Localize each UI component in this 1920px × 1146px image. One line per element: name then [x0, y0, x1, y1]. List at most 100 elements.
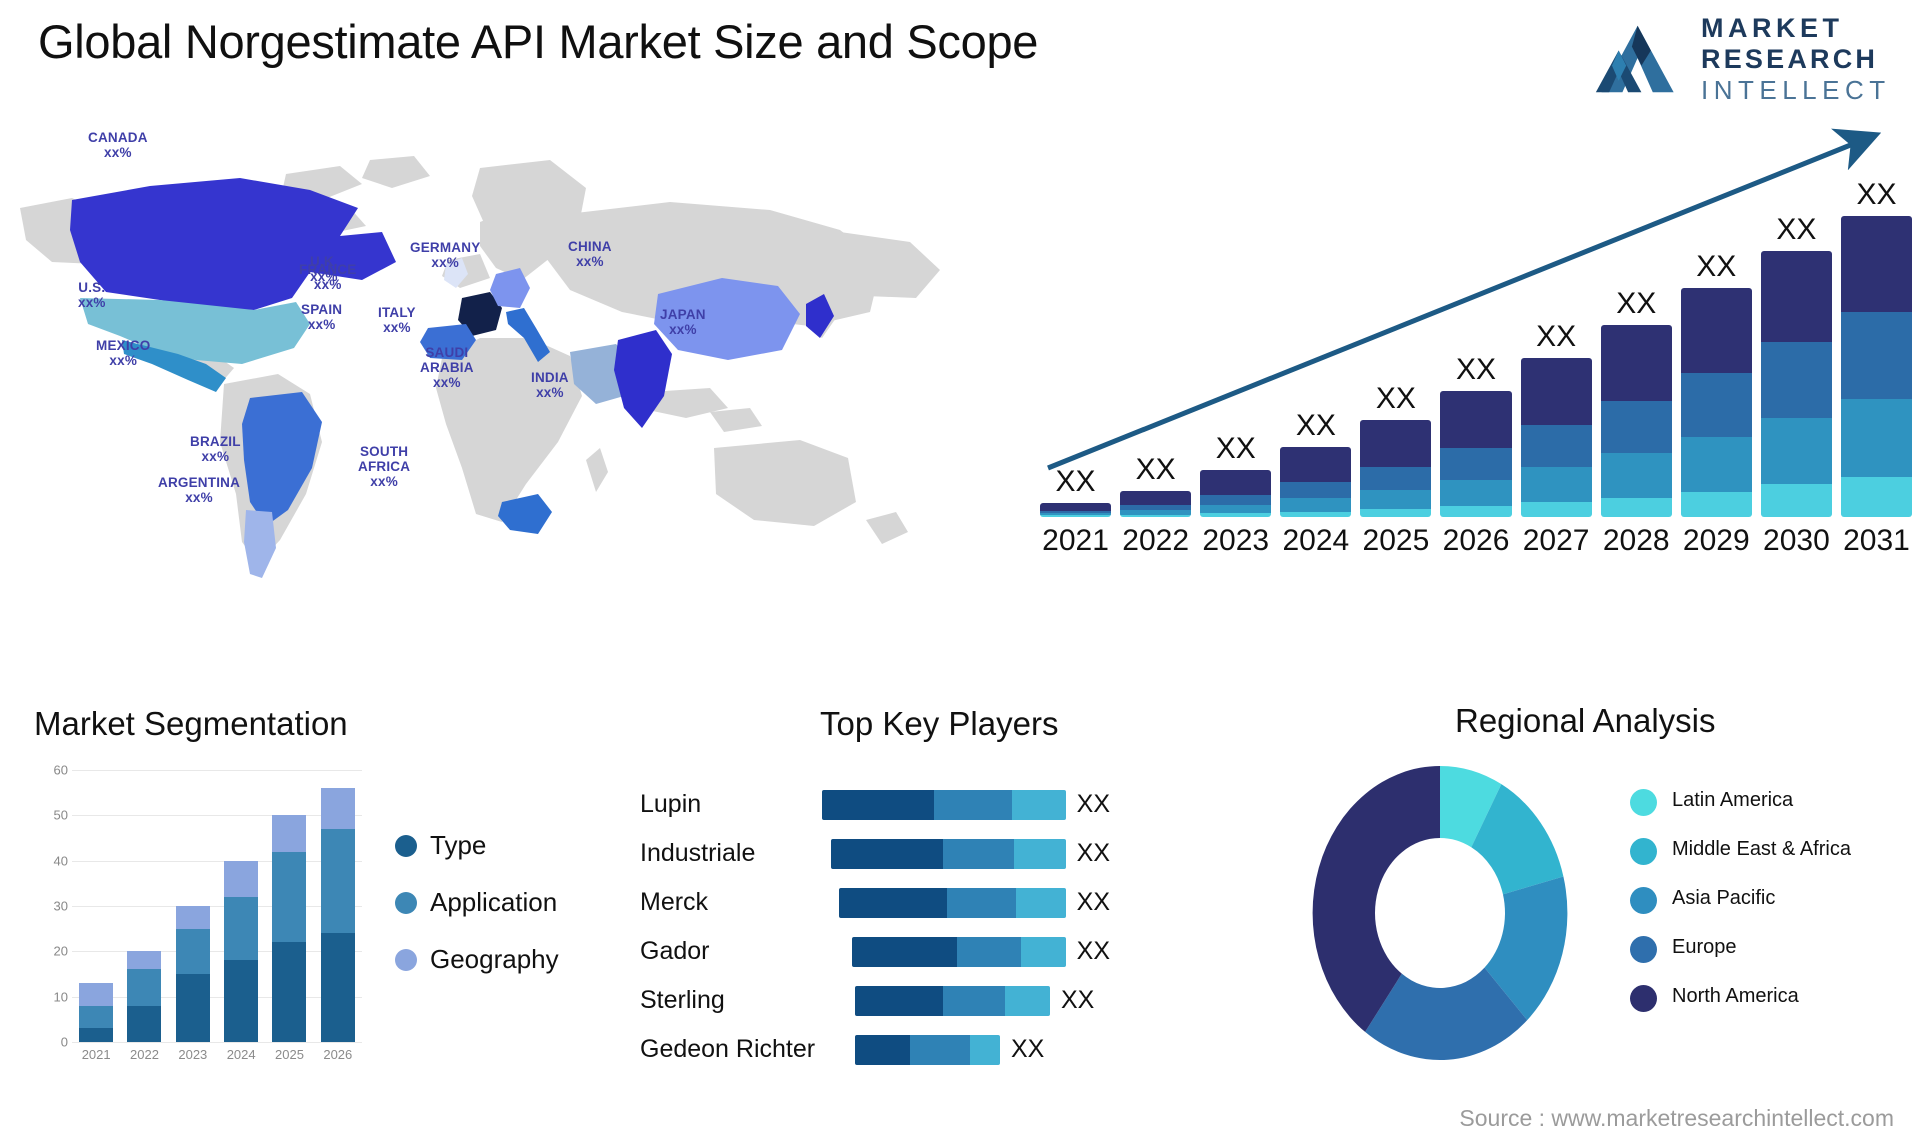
forecast-stacked-bar: [1520, 357, 1592, 517]
legend-color-dot: [1630, 789, 1657, 816]
segmentation-year-label: 2026: [323, 1047, 353, 1062]
key-player-row: Industriale XX: [640, 829, 1110, 878]
segmentation-y-tick: 20: [53, 943, 68, 959]
forecast-bar-segment: [1360, 466, 1432, 490]
key-player-bar-segment: [855, 1034, 910, 1065]
forecast-bar-column: XX: [1280, 172, 1352, 517]
segmentation-bar-segment: [127, 1005, 162, 1042]
map-label-name: CANADA: [88, 130, 148, 145]
forecast-bar-segment: [1440, 391, 1512, 448]
regional-legend-item: Asia Pacific: [1630, 886, 1851, 914]
segmentation-bar-column: [217, 770, 265, 1042]
forecast-bar-segment: [1520, 467, 1592, 503]
segmentation-title: Market Segmentation: [34, 705, 348, 742]
forecast-bar-segment: [1760, 417, 1832, 484]
map-label-value: xx%: [201, 449, 230, 465]
segmentation-bar-column: [169, 770, 217, 1042]
key-player-value: XX: [1076, 888, 1110, 916]
key-player-bar-segment: [831, 838, 943, 869]
forecast-bar-column: XX: [1680, 172, 1752, 517]
forecast-bar-value: XX: [1295, 409, 1336, 443]
key-player-row: Sterling XX: [640, 976, 1110, 1025]
key-player-bar-segment: [942, 838, 1014, 869]
segmentation-legend-item: Application: [395, 887, 559, 918]
segmentation-legend-label: Type: [430, 830, 487, 860]
key-player-bar-segment: [839, 887, 947, 918]
key-player-name: Sterling: [640, 986, 725, 1014]
forecast-bar-segment: [1360, 420, 1432, 467]
key-player-bar-segment: [1021, 936, 1066, 967]
forecast-year-label: 2028: [1602, 524, 1670, 557]
segmentation-year-label: 2023: [178, 1047, 208, 1062]
forecast-stacked-bar: [1600, 324, 1672, 517]
segmentation-bar-segment: [320, 828, 355, 934]
map-label-name: ITALY: [378, 305, 416, 320]
players-title: Top Key Players: [820, 705, 1059, 742]
forecast-bar-segment: [1200, 513, 1272, 517]
key-player-name: Gador: [640, 937, 710, 965]
forecast-bar-column: XX: [1120, 172, 1192, 517]
segmentation-year-label: 2024: [226, 1047, 256, 1062]
map-country-argentina: [244, 510, 276, 578]
map-country-india: [614, 330, 672, 428]
logo-mountain-icon: [1595, 25, 1674, 93]
forecast-bar-segment: [1840, 216, 1913, 313]
key-player-bar-segment: [1014, 838, 1066, 869]
key-player-bar: [855, 985, 1050, 1016]
key-player-value: XX: [1076, 839, 1110, 867]
map-label-name: INDIA: [531, 370, 569, 385]
segmentation-bar-column: [72, 770, 120, 1042]
forecast-year-label: 2021: [1042, 524, 1109, 557]
segmentation-legend-item: Geography: [395, 944, 559, 975]
segmentation-y-tick: 30: [53, 898, 68, 914]
forecast-bar-value: XX: [1456, 353, 1497, 387]
regional-legend-item: Middle East & Africa: [1630, 837, 1851, 865]
map-label-canada: CANADA xx%: [88, 130, 148, 160]
segmentation-bar-segment: [272, 815, 307, 852]
forecast-bar-segment: [1280, 447, 1352, 483]
segmentation-gridline: [72, 1042, 362, 1043]
segmentation-bar-segment: [320, 788, 355, 829]
brand-logo: MARKET RESEARCH INTELLECT: [1592, 15, 1902, 105]
logo-line-intellect: INTELLECT: [1701, 75, 1891, 105]
key-player-bar-segment: [855, 985, 943, 1016]
forecast-bar-segment: [1600, 324, 1672, 402]
segmentation-stacked-bar: [224, 770, 259, 1042]
page-title: Global Norgestimate API Market Size and …: [38, 15, 1039, 68]
forecast-stacked-bar: [1680, 288, 1752, 517]
map-label-name: SPAIN: [301, 302, 343, 317]
segmentation-stacked-bar: [79, 770, 114, 1042]
key-player-bar: [855, 1034, 1000, 1065]
map-label-u-s: U.S. xx%: [78, 280, 106, 310]
key-player-bar-segment: [1005, 985, 1050, 1016]
segmentation-y-tick: 10: [53, 989, 68, 1005]
forecast-bar-segment: [1600, 453, 1672, 498]
map-label-name: SAUDI ARABIA: [420, 345, 474, 376]
regional-legend-item: Latin America: [1630, 788, 1851, 816]
map-label-name: GERMANY: [410, 240, 481, 255]
segmentation-stacked-bar: [175, 770, 210, 1042]
world-map-svg: [20, 156, 940, 578]
map-label-india: INDIA xx%: [531, 370, 569, 400]
forecast-bar-column: XX: [1600, 172, 1672, 517]
forecast-bar-value: XX: [1616, 286, 1657, 320]
regional-legend: Latin America Middle East & Africa Asia Pa…: [1630, 788, 1851, 1033]
forecast-bar-segment: [1120, 514, 1192, 517]
world-map: CANADA xx% U.S. xx% MEXICO xx% BRAZIL xx% ARGENT…: [10, 112, 950, 580]
forecast-bar-segment: [1520, 502, 1592, 517]
segmentation-stacked-bar: [320, 770, 355, 1042]
forecast-bar-segment: [1600, 401, 1672, 454]
forecast-bar-segment: [1120, 490, 1192, 505]
key-player-bar-segment: [910, 1034, 970, 1065]
key-player-bar-segment: [946, 887, 1017, 918]
forecast-bar-segment: [1440, 447, 1512, 480]
key-players-chart: Lupin XX Industriale XX Merck XX Gador XX Sterli…: [640, 780, 1110, 1074]
map-label-value: xx%: [431, 255, 460, 271]
forecast-bar-segment: [1680, 492, 1752, 517]
map-label-value: xx%: [104, 145, 132, 161]
segmentation-bar-segment: [79, 983, 114, 1006]
regional-legend-label: Europe: [1672, 936, 1737, 958]
key-player-value: XX: [1076, 790, 1110, 818]
forecast-bar-group: XX XX XX XX XX XX XX XX XX XX XX: [1040, 172, 1913, 517]
key-player-bar: [821, 789, 1066, 820]
